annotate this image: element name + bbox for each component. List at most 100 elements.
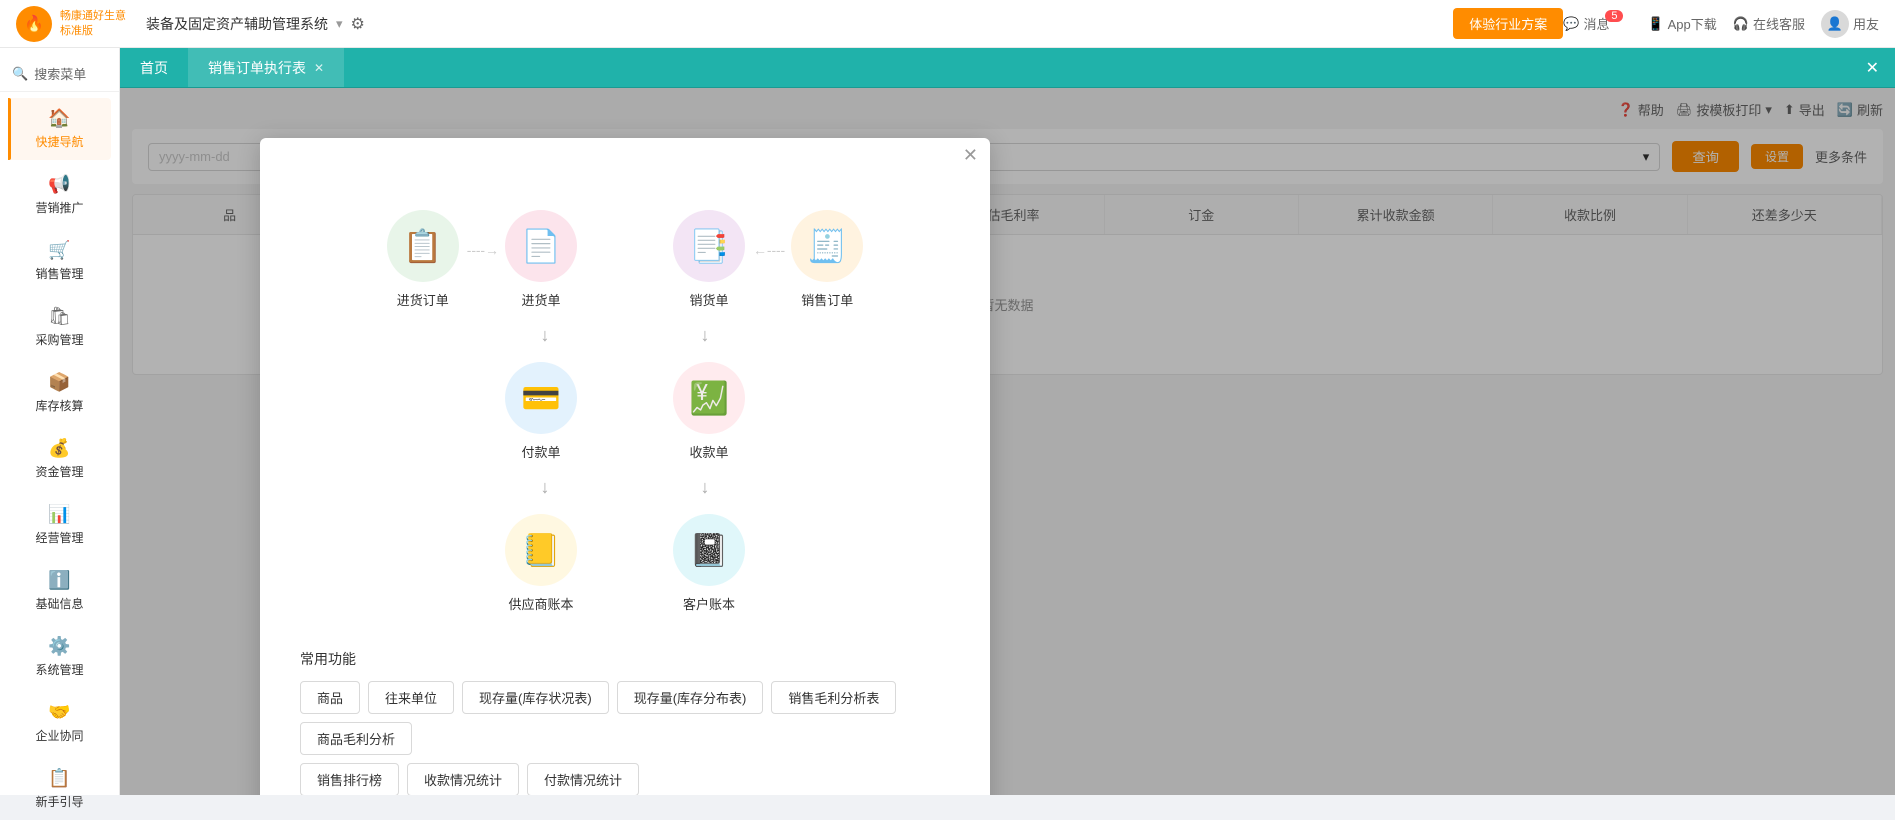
receipt-bill-label: 收款单 <box>689 442 728 461</box>
flow-diagram: 📋 进货订单 - - - - → <box>300 194 950 629</box>
system-icon: ⚙️ <box>48 636 70 657</box>
quick-icon: 🏠 <box>48 108 70 129</box>
dropdown-icon[interactable]: ▾ <box>336 16 343 32</box>
sidebar-item-finance[interactable]: 💰 资金管理 <box>8 428 111 490</box>
flow-purchase-bill[interactable]: 📄 进货单 <box>497 194 585 325</box>
system-title: 装备及固定资产辅助管理系统 <box>146 14 328 34</box>
operation-icon: 📊 <box>48 504 70 525</box>
close-all-btn[interactable]: ✕ <box>1850 48 1895 87</box>
collab-label: 企业协同 <box>35 727 83 744</box>
arrow-purchase-to-bill: - - - - → <box>467 242 497 278</box>
modal-close-area: ✕ <box>260 138 990 164</box>
func-btn-receipt-stat[interactable]: 收款情况统计 <box>407 763 519 795</box>
main-content: ❓ 帮助 🖨 按模板打印 ▾ ⬆ 导出 🔄 刷新 <box>120 88 1895 795</box>
logo-area: 🔥 畅康通好生意 标准版 <box>16 6 136 42</box>
flow-sales-bill[interactable]: 📑 销货单 <box>665 194 753 325</box>
func-btn-stock-status[interactable]: 现存量(库存状况表) <box>462 681 609 714</box>
flow-row-arrows: ↓ ↓ <box>300 325 950 346</box>
common-functions: 常用功能 商品 往来单位 现存量(库存状况表) 现存量(库存分布表) 销售毛利分… <box>300 649 950 795</box>
receipt-bill-circle: 💹 <box>673 362 745 434</box>
flow-supplier-ledger[interactable]: 📒 供应商账本 <box>497 498 585 629</box>
arrow-down-receipt: ↓ <box>665 477 745 498</box>
purchase-order-circle: 📋 <box>387 210 459 282</box>
sidebar-item-system[interactable]: ⚙️ 系统管理 <box>8 626 111 688</box>
basic-icon: ℹ️ <box>48 570 70 591</box>
flow-sales-order[interactable]: 🧾 销售订单 <box>783 194 871 325</box>
tab-sales-order[interactable]: 销售订单执行表 ✕ <box>188 48 344 87</box>
sales-bill-circle: 📑 <box>673 210 745 282</box>
message-btn[interactable]: 💬 消息 5 <box>1563 14 1631 33</box>
system-title-area: 装备及固定资产辅助管理系统 ▾ ⚙ <box>146 14 1453 34</box>
sidebar-item-quick[interactable]: 🏠 快捷导航 <box>8 98 111 160</box>
flow-purchase-order[interactable]: 📋 进货订单 <box>379 194 467 325</box>
func-btn-sales-profit[interactable]: 销售毛利分析表 <box>771 681 896 714</box>
payment-bill-label: 付款单 <box>521 442 560 461</box>
trial-button[interactable]: 体验行业方案 <box>1453 8 1563 39</box>
func-btn-related-unit[interactable]: 往来单位 <box>368 681 454 714</box>
func-btn-stock-dist[interactable]: 现存量(库存分布表) <box>617 681 764 714</box>
purchase-bill-icon: 📄 <box>521 227 561 265</box>
payment-bill-icon: 💳 <box>521 379 561 417</box>
search-menu[interactable]: 🔍 搜索菜单 <box>0 56 119 92</box>
func-btn-payment-stat[interactable]: 付款情况统计 <box>527 763 639 795</box>
func-buttons-row2: 销售排行榜 收款情况统计 付款情况统计 <box>300 763 950 795</box>
modal-overlay[interactable]: ✕ 📋 进货订单 <box>120 88 1895 795</box>
arrow-down-sales: ↓ <box>665 325 745 346</box>
customer-ledger-circle: 📓 <box>673 514 745 586</box>
user-avatar: 👤 <box>1821 10 1849 38</box>
sidebar-item-operation[interactable]: 📊 经营管理 <box>8 494 111 556</box>
sales-order-icon: 🧾 <box>807 227 847 265</box>
flow-row-3: 📒 供应商账本 📓 客户账本 <box>300 498 950 629</box>
purchase-bill-circle: 📄 <box>505 210 577 282</box>
active-indicator <box>8 98 11 160</box>
common-func-title: 常用功能 <box>300 649 950 669</box>
content-area: 首页 销售订单执行表 ✕ ✕ ❓ 帮助 🖨 按模板打印 ▾ <box>120 48 1895 795</box>
message-icon: 💬 <box>1563 16 1579 32</box>
purchase-order-label: 进货订单 <box>397 290 449 309</box>
operation-label: 经营管理 <box>35 529 83 546</box>
top-header: 🔥 畅康通好生意 标准版 装备及固定资产辅助管理系统 ▾ ⚙ 体验行业方案 💬 … <box>0 0 1895 48</box>
flow-modal: ✕ 📋 进货订单 <box>260 138 990 795</box>
flow-customer-ledger[interactable]: 📓 客户账本 <box>665 498 753 629</box>
tab-close-icon[interactable]: ✕ <box>314 61 324 75</box>
tab-home[interactable]: 首页 <box>120 48 188 87</box>
arrow-sales-order-to-bill: ← - - - - <box>753 242 783 278</box>
sidebar-item-collab[interactable]: 🤝 企业协同 <box>8 692 111 754</box>
main-layout: 🔍 搜索菜单 🏠 快捷导航 📢 营销推广 🛒 销售管理 🛍 采购管理 📦 库存核… <box>0 48 1895 795</box>
purchase-label: 采购管理 <box>35 331 83 348</box>
app-download-btn[interactable]: 📱 App下载 <box>1647 14 1716 33</box>
payment-bill-circle: 💳 <box>505 362 577 434</box>
sales-bill-icon: 📑 <box>689 227 729 265</box>
sidebar-item-inventory[interactable]: 📦 库存核算 <box>8 362 111 424</box>
system-label: 系统管理 <box>35 661 83 678</box>
header-right: 💬 消息 5 📱 App下载 🎧 在线客服 👤 用友 <box>1563 10 1879 38</box>
sales-icon: 🛒 <box>48 240 70 261</box>
logo-text: 畅康通好生意 标准版 <box>60 9 126 38</box>
finance-icon: 💰 <box>48 438 70 459</box>
func-buttons-row1: 商品 往来单位 现存量(库存状况表) 现存量(库存分布表) 销售毛利分析表 商品… <box>300 681 950 755</box>
sidebar-item-marketing[interactable]: 📢 营销推广 <box>8 164 111 226</box>
newbie-icon: 📋 <box>48 768 70 789</box>
sidebar-item-sales[interactable]: 🛒 销售管理 <box>8 230 111 292</box>
arrow-down-payment: ↓ <box>505 477 585 498</box>
func-btn-sales-rank[interactable]: 销售排行榜 <box>300 763 399 795</box>
func-btn-product-profit[interactable]: 商品毛利分析 <box>300 722 412 755</box>
supplier-ledger-circle: 📒 <box>505 514 577 586</box>
func-btn-product[interactable]: 商品 <box>300 681 360 714</box>
marketing-icon: 📢 <box>48 174 70 195</box>
modal-close-button[interactable]: ✕ <box>963 146 978 164</box>
sidebar-item-newbie[interactable]: 📋 新手引导 <box>8 758 111 820</box>
newbie-label: 新手引导 <box>35 793 83 810</box>
flow-receipt-bill[interactable]: 💹 收款单 <box>665 346 753 477</box>
user-area[interactable]: 👤 用友 <box>1821 10 1879 38</box>
sidebar-item-basic[interactable]: ℹ️ 基础信息 <box>8 560 111 622</box>
flow-payment-bill[interactable]: 💳 付款单 <box>497 346 585 477</box>
online-service-btn[interactable]: 🎧 在线客服 <box>1733 14 1805 33</box>
purchase-bill-label: 进货单 <box>521 290 560 309</box>
sidebar-item-purchase[interactable]: 🛍 采购管理 <box>8 296 111 358</box>
tab-bar: 首页 销售订单执行表 ✕ ✕ <box>120 48 1895 88</box>
settings-icon[interactable]: ⚙ <box>351 14 365 34</box>
arrow-down-purchase: ↓ <box>505 325 585 346</box>
purchase-icon: 🛍 <box>48 306 71 327</box>
customer-ledger-icon: 📓 <box>689 531 729 569</box>
